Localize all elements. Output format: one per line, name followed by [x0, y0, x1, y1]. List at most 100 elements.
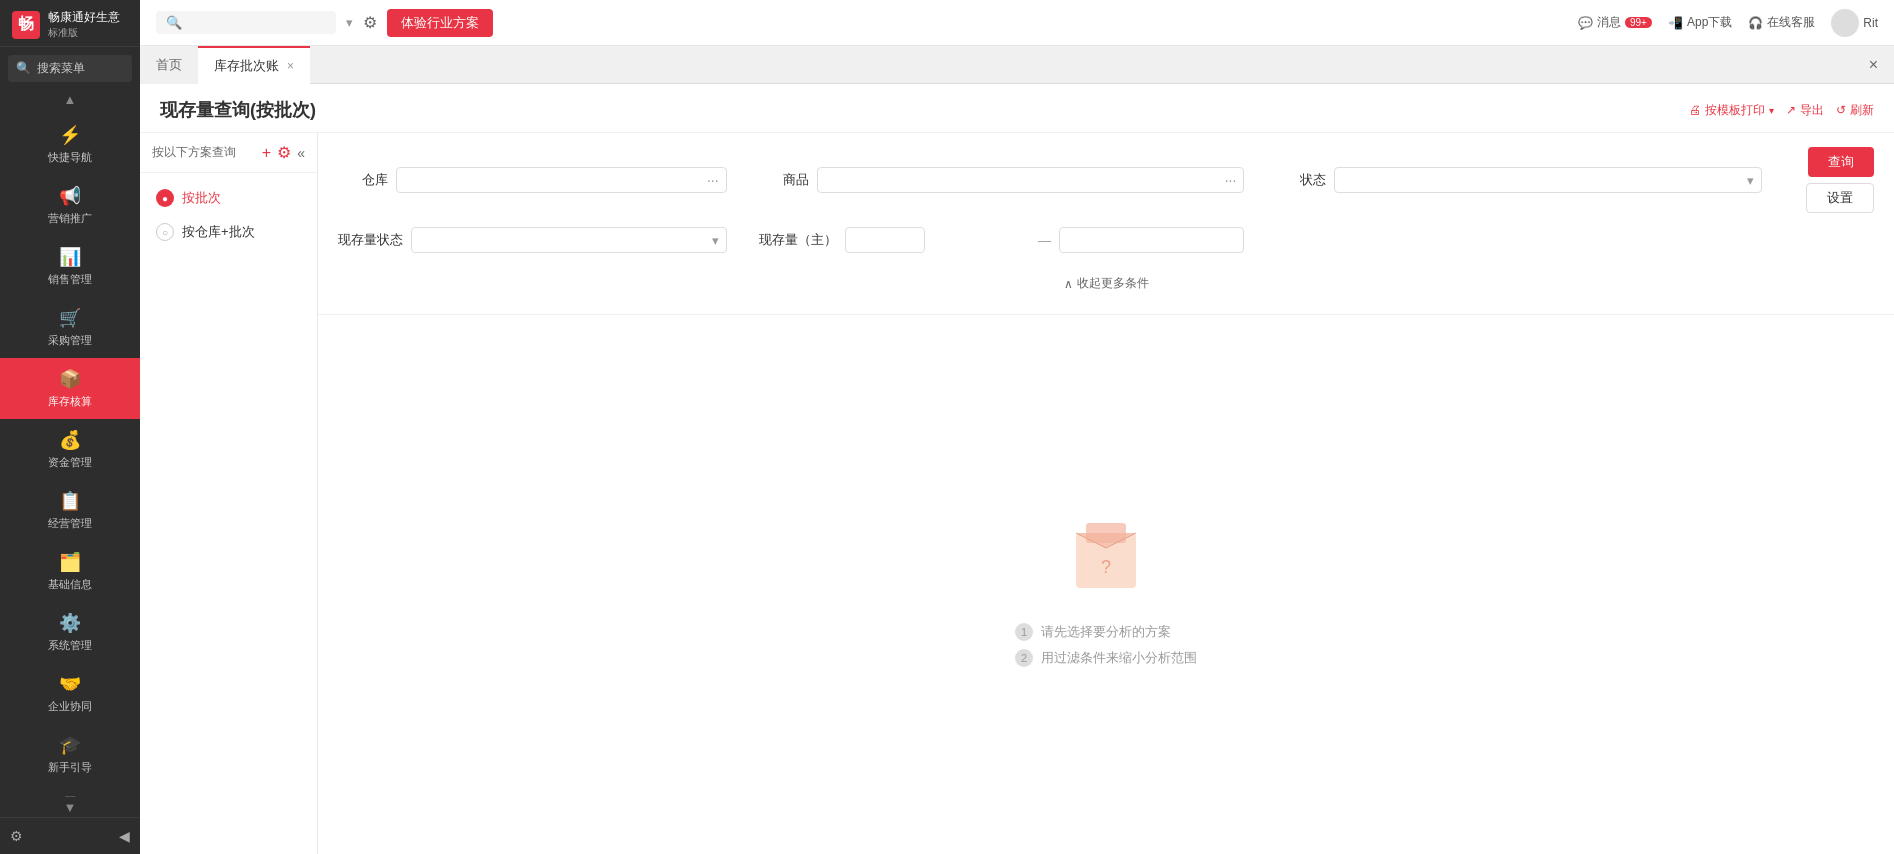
panel-collapse-button[interactable]: « [297, 145, 305, 161]
stock-status-select[interactable] [411, 227, 727, 253]
page-header: 现存量查询(按批次) 🖨 按模板打印 ▾ ↗ 导出 ↺ 刷新 [140, 84, 1894, 133]
sidebar-search[interactable]: 🔍 搜索菜单 [8, 55, 132, 82]
sidebar-item-finance[interactable]: 💰 资金管理 [0, 419, 140, 480]
guide-icon: 🎓 [59, 734, 81, 756]
sidebar-item-system[interactable]: ⚙️ 系统管理 [0, 602, 140, 663]
panel-close-button[interactable]: × [1869, 56, 1878, 74]
service-icon: 🎧 [1748, 16, 1763, 30]
top-search-input[interactable] [188, 16, 308, 30]
scheme-label-by-batch: 按批次 [182, 189, 221, 207]
search-icon: 🔍 [16, 61, 31, 75]
print-label: 按模板打印 [1705, 102, 1765, 119]
sidebar-item-purchase[interactable]: 🛒 采购管理 [0, 297, 140, 358]
tab-home[interactable]: 首页 [140, 46, 198, 84]
tab-inventory-batch[interactable]: 库存批次账 × [198, 46, 310, 84]
warehouse-input[interactable] [396, 167, 727, 193]
warehouse-dots[interactable]: ··· [707, 172, 719, 188]
dropdown-icon[interactable]: ▾ [346, 15, 353, 30]
refresh-button[interactable]: ↺ 刷新 [1836, 102, 1874, 119]
status-label: 状态 [1276, 171, 1326, 189]
stock-status-label: 现存量状态 [338, 231, 403, 249]
tab-close-button[interactable]: × [287, 59, 294, 73]
filter-product: 商品 ··· [759, 167, 1245, 193]
filter-row-1: 仓库 ··· 商品 ··· [338, 147, 1874, 213]
scheme-item-by-warehouse-batch[interactable]: ○ 按仓库+批次 [140, 215, 317, 249]
app-icon: 📱 [59, 795, 81, 797]
sidebar-item-marketing[interactable]: 📢 营销推广 [0, 175, 140, 236]
page-content: 现存量查询(按批次) 🖨 按模板打印 ▾ ↗ 导出 ↺ 刷新 [140, 84, 1894, 854]
online-service-label: 在线客服 [1767, 14, 1815, 31]
inventory-icon: 📦 [59, 368, 81, 390]
footer-settings-button[interactable]: ⚙ [10, 828, 23, 844]
nav-label-inventory: 库存核算 [48, 394, 92, 409]
brand: 畅 畅康通好生意 标准版 [12, 10, 128, 40]
scheme-list: ● 按批次 ○ 按仓库+批次 [140, 173, 317, 257]
product-input[interactable] [817, 167, 1245, 193]
sidebar-item-app[interactable]: 📱 应用中心 [0, 785, 140, 797]
product-label: 商品 [759, 171, 809, 189]
footer-collapse-button[interactable]: ◀ [119, 828, 130, 844]
collapse-label: 收起更多条件 [1077, 275, 1149, 292]
filter-status: 状态 ▾ [1276, 167, 1762, 193]
scheme-label-by-warehouse-batch: 按仓库+批次 [182, 223, 255, 241]
sidebar-item-guide[interactable]: 🎓 新手引导 [0, 724, 140, 785]
sidebar-scroll-up[interactable]: ▲ [0, 90, 140, 110]
sidebar-item-basic[interactable]: 🗂️ 基础信息 [0, 541, 140, 602]
filter-area: 仓库 ··· 商品 ··· [318, 133, 1894, 315]
system-icon: ⚙️ [59, 612, 81, 634]
sidebar-scroll-down[interactable]: ▼ [0, 797, 140, 817]
settings-button[interactable]: ⚙ [363, 13, 377, 32]
sidebar-item-enterprise[interactable]: 🤝 企业协同 [0, 663, 140, 724]
print-dropdown-icon[interactable]: ▾ [1769, 105, 1774, 116]
sidebar-item-inventory[interactable]: 📦 库存核算 [0, 358, 140, 419]
nav-label-purchase: 采购管理 [48, 333, 92, 348]
add-scheme-button[interactable]: + [262, 144, 271, 162]
warehouse-input-wrap: ··· [396, 167, 727, 193]
sidebar-item-quick-nav[interactable]: ⚡ 快捷导航 [0, 114, 140, 175]
empty-state: ? 1 请先选择要分析的方案 2 用过滤条件来缩小分析范围 [318, 315, 1894, 854]
svg-text:?: ? [1101, 557, 1111, 577]
export-icon: ↗ [1786, 103, 1796, 117]
filter-warehouse: 仓库 ··· [338, 167, 727, 193]
action-buttons: 查询 设置 [1794, 147, 1874, 213]
nav-label-finance: 资金管理 [48, 455, 92, 470]
print-button[interactable]: 🖨 按模板打印 ▾ [1689, 102, 1774, 119]
stock-qty-from-input[interactable] [845, 227, 926, 253]
scheme-icon-warehouse: ○ [156, 223, 174, 241]
stock-status-select-wrap: ▾ [411, 227, 727, 253]
user-menu[interactable]: Rit [1831, 9, 1878, 37]
stock-qty-from-wrap [845, 227, 1030, 253]
top-search-bar[interactable]: 🔍 [156, 11, 336, 34]
scheme-settings-button[interactable]: ⚙ [277, 143, 291, 162]
settings-button-2[interactable]: 设置 [1806, 183, 1874, 213]
home-tab-label: 首页 [156, 56, 182, 74]
stock-qty-to-input[interactable] [1059, 227, 1244, 253]
page-header-actions: 🖨 按模板打印 ▾ ↗ 导出 ↺ 刷新 [1689, 102, 1874, 119]
purchase-icon: 🛒 [59, 307, 81, 329]
nav-label-marketing: 营销推广 [48, 211, 92, 226]
filter-row-2: 现存量状态 ▾ 现存量（主） [338, 227, 1874, 253]
export-button[interactable]: ↗ 导出 [1786, 102, 1824, 119]
scheme-item-by-batch[interactable]: ● 按批次 [140, 181, 317, 215]
query-button[interactable]: 查询 [1808, 147, 1874, 177]
collapse-more-button[interactable]: ∧ 收起更多条件 [338, 267, 1874, 300]
top-bar-right: 💬 消息 99+ 📲 App下载 🎧 在线客服 Rit [1578, 9, 1878, 37]
sidebar-item-operation[interactable]: 📋 经营管理 [0, 480, 140, 541]
stock-qty-to-wrap [1059, 227, 1244, 253]
message-button[interactable]: 💬 消息 99+ [1578, 14, 1652, 31]
online-service-button[interactable]: 🎧 在线客服 [1748, 14, 1815, 31]
filter-stock-quantity: 现存量（主） — [759, 227, 1245, 253]
app-download-button[interactable]: 📲 App下载 [1668, 14, 1732, 31]
brand-info: 畅康通好生意 标准版 [48, 10, 120, 40]
product-dots[interactable]: ··· [1225, 172, 1237, 188]
sidebar: 畅 畅康通好生意 标准版 🔍 搜索菜单 ▲ ⚡ 快捷导航 📢 营销推广 📊 [0, 0, 140, 854]
status-select[interactable] [1334, 167, 1762, 193]
experience-button[interactable]: 体验行业方案 [387, 9, 493, 37]
collapse-icon: ∧ [1064, 277, 1073, 291]
refresh-label: 刷新 [1850, 102, 1874, 119]
sidebar-item-sales[interactable]: 📊 销售管理 [0, 236, 140, 297]
left-panel-actions: + ⚙ « [262, 143, 305, 162]
nav-label-system: 系统管理 [48, 638, 92, 653]
right-panel: 仓库 ··· 商品 ··· [318, 133, 1894, 854]
quick-nav-icon: ⚡ [59, 124, 81, 146]
